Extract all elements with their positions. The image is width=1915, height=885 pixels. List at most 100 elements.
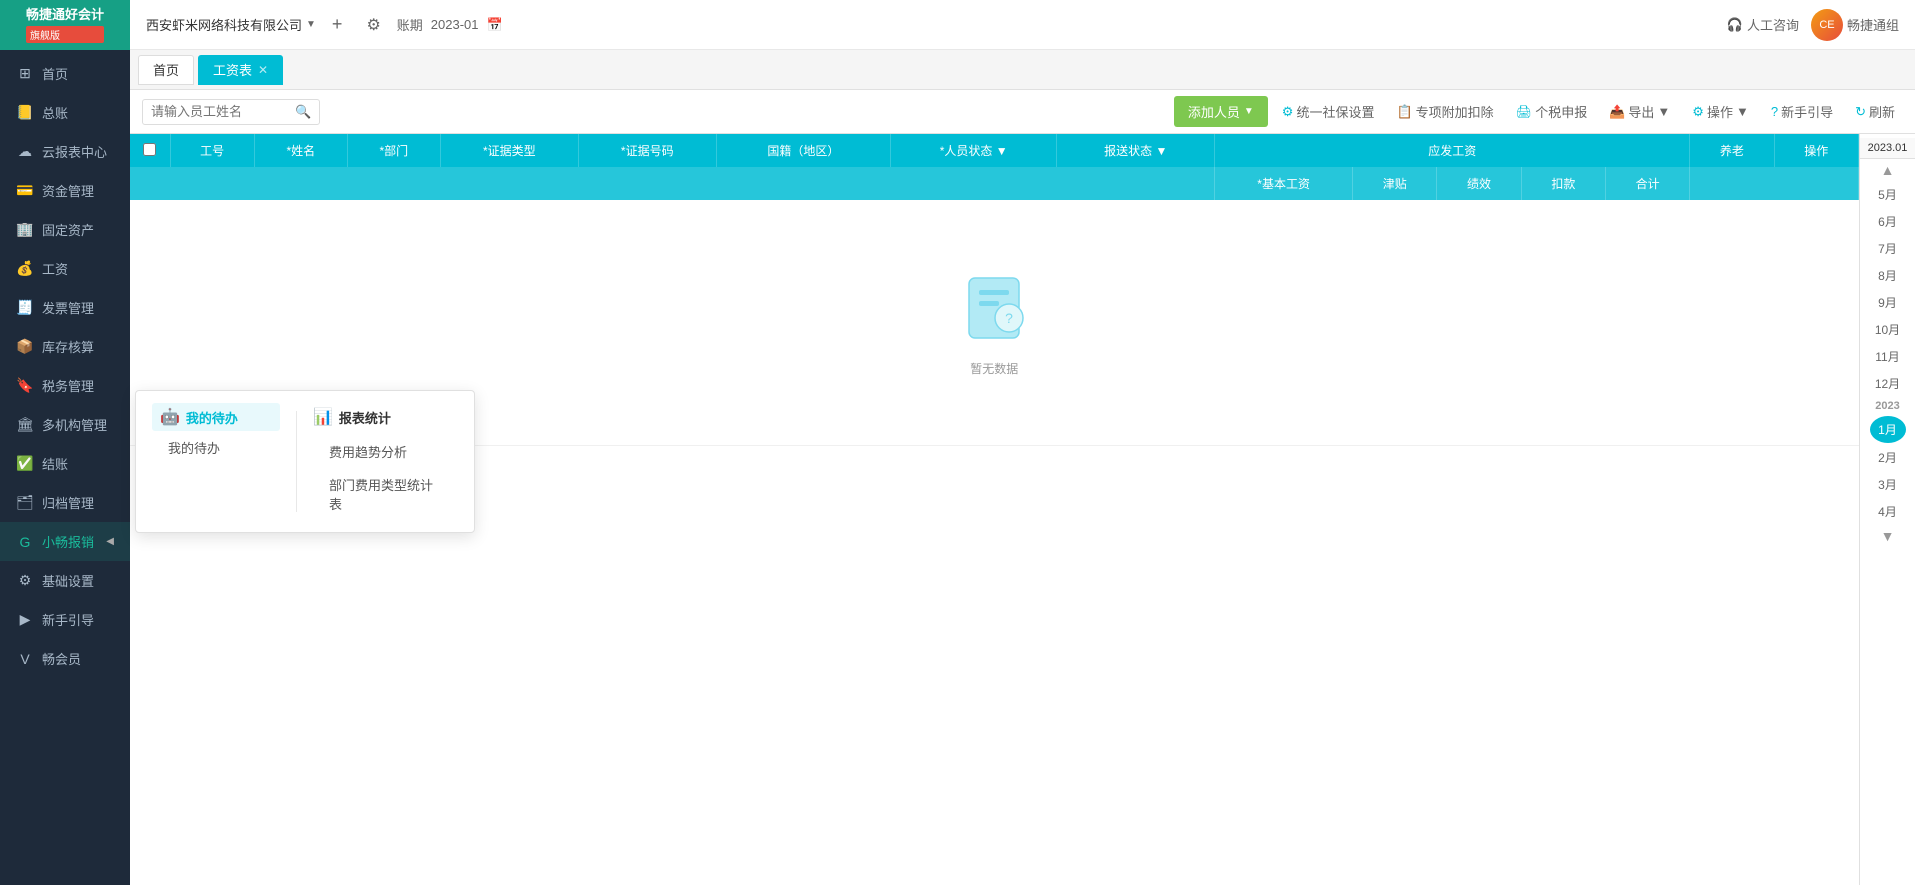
popup-col-2: 📊 报表统计 费用趋势分析 部门费用类型统计表 [297, 403, 474, 520]
avatar: CE [1811, 9, 1843, 41]
sidebar-icon-home: ⊞ [16, 65, 34, 83]
sidebar-icon-guide: ▶ [16, 611, 34, 629]
sidebar-item-xiaochang[interactable]: G 小畅报销 ◀ [0, 522, 130, 561]
headphone-icon: 🎧 [1727, 17, 1743, 33]
tab-salary[interactable]: 工资表 ✕ [198, 55, 283, 85]
sidebar-item-member[interactable]: V 畅会员 [0, 639, 130, 678]
date-month-5[interactable]: 5月 [1860, 181, 1915, 208]
popup-item-cost-trend[interactable]: 费用趋势分析 [313, 435, 458, 468]
search-box: 🔍 [142, 99, 320, 125]
header-left: 西安虾米网络科技有限公司 ▼ + ⚙ 账期 2023-01 📅 [146, 10, 503, 39]
settings-header-button[interactable]: ⚙ [358, 11, 388, 39]
th-base-salary: *基本工资 [1215, 167, 1353, 200]
export-arrow: ▼ [1657, 104, 1670, 119]
date-month-12[interactable]: 12月 [1860, 370, 1915, 397]
filter-report-icon[interactable]: ▼ [1156, 144, 1168, 158]
empty-icon: ? [954, 268, 1034, 348]
add-header-button[interactable]: + [324, 10, 351, 39]
tab-home-label: 首页 [153, 60, 179, 79]
th-allowance: 津贴 [1353, 167, 1437, 200]
date-month-9[interactable]: 9月 [1860, 289, 1915, 316]
date-month-10[interactable]: 10月 [1860, 316, 1915, 343]
customer-service[interactable]: 🎧 人工咨询 [1727, 15, 1799, 34]
date-month-1-active[interactable]: 1月 [1870, 416, 1906, 443]
popup-col-1: 🤖 我的待办 我的待办 [136, 403, 296, 520]
sidebar-item-asset[interactable]: 🏢 固定资产 [0, 210, 130, 249]
sidebar-item-invoice[interactable]: 🧾 发票管理 [0, 288, 130, 327]
social-insurance-action[interactable]: ⚙ 统一社保设置 [1274, 98, 1383, 125]
sidebar-item-inventory[interactable]: 📦 库存核算 [0, 327, 130, 366]
sidebar-item-tax[interactable]: 🔖 税务管理 [0, 366, 130, 405]
toolbar-left: 🔍 [142, 99, 320, 125]
th-spacer2 [1690, 167, 1859, 200]
search-input[interactable] [151, 104, 291, 119]
date-month-7[interactable]: 7月 [1860, 235, 1915, 262]
guide-action[interactable]: ? 新手引导 [1763, 98, 1841, 125]
empty-text: 暂无数据 [970, 360, 1018, 377]
date-month-2[interactable]: 2月 [1860, 444, 1915, 471]
add-employee-button[interactable]: 添加人员 ▼ [1174, 96, 1268, 127]
close-icon[interactable]: ✕ [258, 63, 268, 77]
sidebar-item-multiorg[interactable]: 🏛 多机构管理 [0, 405, 130, 444]
scroll-down-button[interactable]: ▼ [1878, 525, 1898, 547]
header-right: 🎧 人工咨询 CE 畅捷通组 [1727, 9, 1899, 41]
tax-deduct-action[interactable]: 📋 专项附加扣除 [1388, 98, 1501, 125]
period-display: 账期 2023-01 📅 [397, 15, 503, 34]
export-icon: 📤 [1609, 104, 1625, 120]
user-profile[interactable]: CE 畅捷通组 [1811, 9, 1899, 41]
select-all-checkbox[interactable] [143, 143, 156, 156]
export-label: 导出 [1628, 102, 1654, 121]
th-total: 合计 [1605, 167, 1689, 200]
sidebar-item-basic[interactable]: ⚙ 基础设置 [0, 561, 130, 600]
date-month-11[interactable]: 11月 [1860, 343, 1915, 370]
refresh-label: 刷新 [1869, 102, 1895, 121]
operation-arrow: ▼ [1736, 104, 1749, 119]
operation-label: 操作 [1707, 102, 1733, 121]
popup-item-dept-cost[interactable]: 部门费用类型统计表 [313, 468, 458, 520]
toolbar-right: 添加人员 ▼ ⚙ 统一社保设置 📋 专项附加扣除 🖨 个税申报 📤 导出 ▼ ⚙… [1174, 96, 1903, 127]
date-month-6[interactable]: 6月 [1860, 208, 1915, 235]
tax-deduct-icon: 📋 [1396, 104, 1412, 120]
filter-icon[interactable]: ▼ [996, 144, 1008, 158]
sidebar-icon-inventory: 📦 [16, 338, 34, 356]
popup-col1-header: 🤖 我的待办 [152, 403, 280, 431]
th-employee-no: 工号 [170, 134, 254, 167]
sidebar-arrow: ◀ [106, 536, 114, 547]
sidebar-icon-multiorg: 🏛 [16, 416, 34, 434]
sidebar: 畅捷通好会计 旗舰版 ⊞ 首页 📒 总账 ☁ 云报表中心 💳 资金管理 🏢 固定… [0, 0, 130, 885]
scroll-up-button[interactable]: ▲ [1878, 159, 1898, 181]
report-icon: 📊 [313, 407, 333, 427]
sidebar-label-ledger: 总账 [42, 103, 68, 122]
sidebar-item-ledger[interactable]: 📒 总账 [0, 93, 130, 132]
date-month-8[interactable]: 8月 [1860, 262, 1915, 289]
sidebar-item-guide[interactable]: ▶ 新手引导 [0, 600, 130, 639]
date-month-3[interactable]: 3月 [1860, 471, 1915, 498]
refresh-action[interactable]: ↻ 刷新 [1847, 98, 1903, 125]
tax-deduct-label: 专项附加扣除 [1416, 102, 1494, 121]
th-spacer [130, 167, 1215, 200]
sidebar-item-cloud-report[interactable]: ☁ 云报表中心 [0, 132, 130, 171]
calendar-icon[interactable]: 📅 [487, 17, 503, 33]
operation-action[interactable]: ⚙ 操作 ▼ [1684, 98, 1757, 125]
popup-col2-title: 报表统计 [339, 408, 391, 427]
sidebar-item-fund[interactable]: 💳 资金管理 [0, 171, 130, 210]
sidebar-item-archive[interactable]: 🗂 归档管理 [0, 483, 130, 522]
sidebar-item-salary[interactable]: 💰 工资 [0, 249, 130, 288]
sidebar-icon-cloud-report: ☁ [16, 143, 34, 161]
sidebar-icon-xiaochang: G [16, 533, 34, 551]
chevron-down-icon: ▼ [306, 19, 316, 30]
sidebar-item-checkout[interactable]: ✅ 结账 [0, 444, 130, 483]
toolbar: 🔍 添加人员 ▼ ⚙ 统一社保设置 📋 专项附加扣除 🖨 个税申报 📤 导出 ▼… [130, 90, 1915, 134]
social-insurance-icon: ⚙ [1282, 104, 1294, 120]
app-badge: 旗舰版 [26, 26, 104, 43]
sidebar-item-home[interactable]: ⊞ 首页 [0, 54, 130, 93]
popup-item-todo[interactable]: 我的待办 [152, 431, 280, 464]
sidebar-icon-salary: 💰 [16, 260, 34, 278]
export-action[interactable]: 📤 导出 ▼ [1601, 98, 1678, 125]
th-check [130, 134, 170, 167]
tab-home[interactable]: 首页 [138, 55, 194, 85]
date-month-4[interactable]: 4月 [1860, 498, 1915, 525]
tax-report-action[interactable]: 🖨 个税申报 [1508, 98, 1596, 125]
dropdown-popup: 🤖 我的待办 我的待办 📊 报表统计 费用趋势分析 部门费用类型统计表 [135, 390, 475, 533]
company-selector[interactable]: 西安虾米网络科技有限公司 ▼ [146, 15, 316, 34]
